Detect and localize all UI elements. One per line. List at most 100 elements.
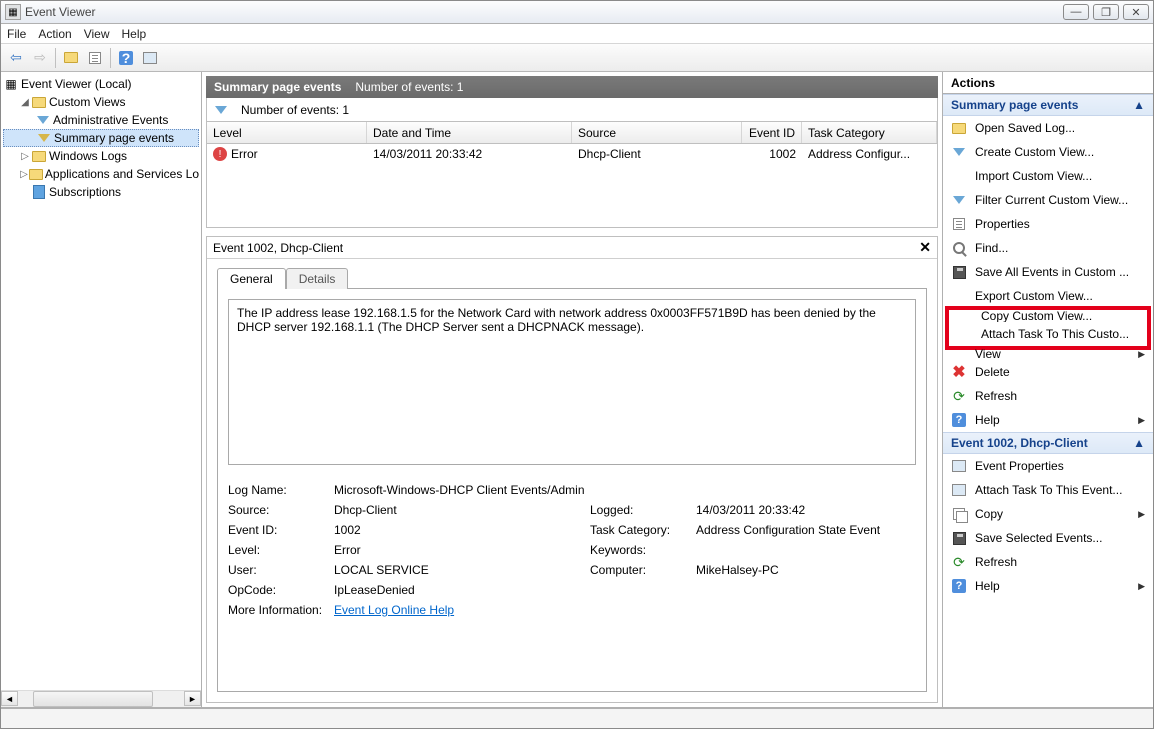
value-source: Dhcp-Client xyxy=(334,503,584,517)
label-user: User: xyxy=(228,563,328,577)
tab-general[interactable]: General xyxy=(217,268,286,289)
expand-icon[interactable]: ▷ xyxy=(19,169,29,180)
col-level[interactable]: Level xyxy=(207,122,367,143)
action-view[interactable]: View xyxy=(943,348,1153,360)
tab-general-body: The IP address lease 192.168.1.5 for the… xyxy=(217,288,927,692)
value-user: LOCAL SERVICE xyxy=(334,563,584,577)
action-delete[interactable]: ✖Delete xyxy=(943,360,1153,384)
label-logged: Logged: xyxy=(590,503,690,517)
filter-icon xyxy=(36,130,52,146)
collapse-icon[interactable]: ◢ xyxy=(19,97,31,108)
close-button[interactable]: ✕ xyxy=(1123,4,1149,20)
action-refresh-event[interactable]: ⟳Refresh xyxy=(943,550,1153,574)
action-attach-task-event[interactable]: Attach Task To This Event... xyxy=(943,478,1153,502)
copy-icon xyxy=(951,506,967,522)
grid-body: !Error 14/03/2011 20:33:42 Dhcp-Client 1… xyxy=(206,144,938,228)
help-icon: ? xyxy=(951,578,967,594)
minimize-button[interactable]: — xyxy=(1063,4,1089,20)
col-source[interactable]: Source xyxy=(572,122,742,143)
value-log-name: Microsoft-Windows-DHCP Client Events/Adm… xyxy=(334,483,927,497)
tree-subscriptions[interactable]: Subscriptions xyxy=(3,183,199,201)
toolbar: ⇦ ⇨ ? xyxy=(1,44,1153,72)
menu-file[interactable]: File xyxy=(7,27,26,41)
properties-button[interactable] xyxy=(84,47,106,69)
center-pane: Summary page events Number of events: 1 … xyxy=(202,72,942,707)
filter-icon[interactable] xyxy=(213,102,229,118)
action-open-saved-log[interactable]: Open Saved Log... xyxy=(943,116,1153,140)
action-save-selected-events[interactable]: Save Selected Events... xyxy=(943,526,1153,550)
detail-titlebar: Event 1002, Dhcp-Client ✕ xyxy=(207,237,937,259)
detail-title-text: Event 1002, Dhcp-Client xyxy=(213,241,343,255)
action-properties[interactable]: Properties xyxy=(943,212,1153,236)
event-properties-grid: Log Name: Microsoft-Windows-DHCP Client … xyxy=(228,483,916,617)
label-computer: Computer: xyxy=(590,563,690,577)
value-task-category: Address Configuration State Event xyxy=(696,523,927,537)
actions-section-custom-view[interactable]: Summary page events▲ xyxy=(943,94,1153,116)
preview-button[interactable] xyxy=(139,47,161,69)
label-level: Level: xyxy=(228,543,328,557)
nav-back-button[interactable]: ⇦ xyxy=(5,47,27,69)
expand-icon[interactable]: ▷ xyxy=(19,151,31,162)
menu-view[interactable]: View xyxy=(84,27,110,41)
tree-summary-page-events[interactable]: Summary page events xyxy=(3,129,199,147)
detail-close-button[interactable]: ✕ xyxy=(919,239,931,256)
label-source: Source: xyxy=(228,503,328,517)
col-eventid[interactable]: Event ID xyxy=(742,122,802,143)
maximize-button[interactable]: ❐ xyxy=(1093,4,1119,20)
error-icon: ! xyxy=(213,147,227,161)
col-date[interactable]: Date and Time xyxy=(367,122,572,143)
action-find[interactable]: Find... xyxy=(943,236,1153,260)
tree-apps-services[interactable]: ▷ Applications and Services Lo xyxy=(3,165,199,183)
action-help[interactable]: ?Help xyxy=(943,408,1153,432)
action-copy[interactable]: Copy xyxy=(943,502,1153,526)
grid-row[interactable]: !Error 14/03/2011 20:33:42 Dhcp-Client 1… xyxy=(207,144,937,164)
filter-icon xyxy=(35,112,51,128)
action-refresh[interactable]: ⟳Refresh xyxy=(943,384,1153,408)
col-task[interactable]: Task Category xyxy=(802,122,937,143)
value-event-id: 1002 xyxy=(334,523,584,537)
center-header: Summary page events Number of events: 1 xyxy=(206,76,938,98)
tree-custom-views[interactable]: ◢ Custom Views xyxy=(3,93,199,111)
nav-forward-button[interactable]: ⇨ xyxy=(29,47,51,69)
menubar: File Action View Help xyxy=(1,24,1153,44)
tree-admin-events[interactable]: Administrative Events xyxy=(3,111,199,129)
app-icon: ▦ xyxy=(5,4,21,20)
center-header-title: Summary page events xyxy=(214,80,341,94)
filter-bar: Number of events: 1 xyxy=(206,98,938,122)
folder-icon xyxy=(29,166,43,182)
tree-root[interactable]: ▦ Event Viewer (Local) xyxy=(3,75,199,93)
filter-count: Number of events: 1 xyxy=(241,103,349,117)
scroll-thumb[interactable] xyxy=(33,691,153,707)
action-export-custom-view[interactable]: Export Custom View... xyxy=(943,284,1153,308)
value-logged: 14/03/2011 20:33:42 xyxy=(696,503,927,517)
action-create-custom-view[interactable]: Create Custom View... xyxy=(943,140,1153,164)
action-filter-custom-view[interactable]: Filter Current Custom View... xyxy=(943,188,1153,212)
menu-help[interactable]: Help xyxy=(122,27,147,41)
scroll-left-button[interactable]: ◄ xyxy=(1,691,18,706)
tree-horizontal-scrollbar[interactable]: ◄ ► xyxy=(1,690,201,707)
actions-section-event[interactable]: Event 1002, Dhcp-Client▲ xyxy=(943,432,1153,454)
scroll-track[interactable] xyxy=(18,691,184,707)
save-icon xyxy=(951,530,967,546)
event-detail-pane: Event 1002, Dhcp-Client ✕ General Detail… xyxy=(206,236,938,703)
tree-windows-logs[interactable]: ▷ Windows Logs xyxy=(3,147,199,165)
label-task-category: Task Category: xyxy=(590,523,690,537)
action-import-custom-view[interactable]: Import Custom View... xyxy=(943,164,1153,188)
action-event-properties[interactable]: Event Properties xyxy=(943,454,1153,478)
folder-icon xyxy=(31,148,47,164)
action-help-event[interactable]: ?Help xyxy=(943,574,1153,598)
detail-tabs: General Details xyxy=(207,259,937,288)
scroll-right-button[interactable]: ► xyxy=(184,691,201,706)
event-log-online-help-link[interactable]: Event Log Online Help xyxy=(334,603,454,617)
action-attach-task-custom-view[interactable]: Attach Task To This Custo... xyxy=(949,322,1147,346)
refresh-icon: ⟳ xyxy=(951,554,967,570)
action-copy-custom-view[interactable]: Copy Custom View... xyxy=(949,310,1147,322)
action-save-all-events[interactable]: Save All Events in Custom ... xyxy=(943,260,1153,284)
show-tree-button[interactable] xyxy=(60,47,82,69)
menu-action[interactable]: Action xyxy=(38,27,71,41)
tab-details[interactable]: Details xyxy=(286,268,349,289)
value-computer: MikeHalsey-PC xyxy=(696,563,927,577)
label-event-id: Event ID: xyxy=(228,523,328,537)
help-button[interactable]: ? xyxy=(115,47,137,69)
grid-header: Level Date and Time Source Event ID Task… xyxy=(206,122,938,144)
